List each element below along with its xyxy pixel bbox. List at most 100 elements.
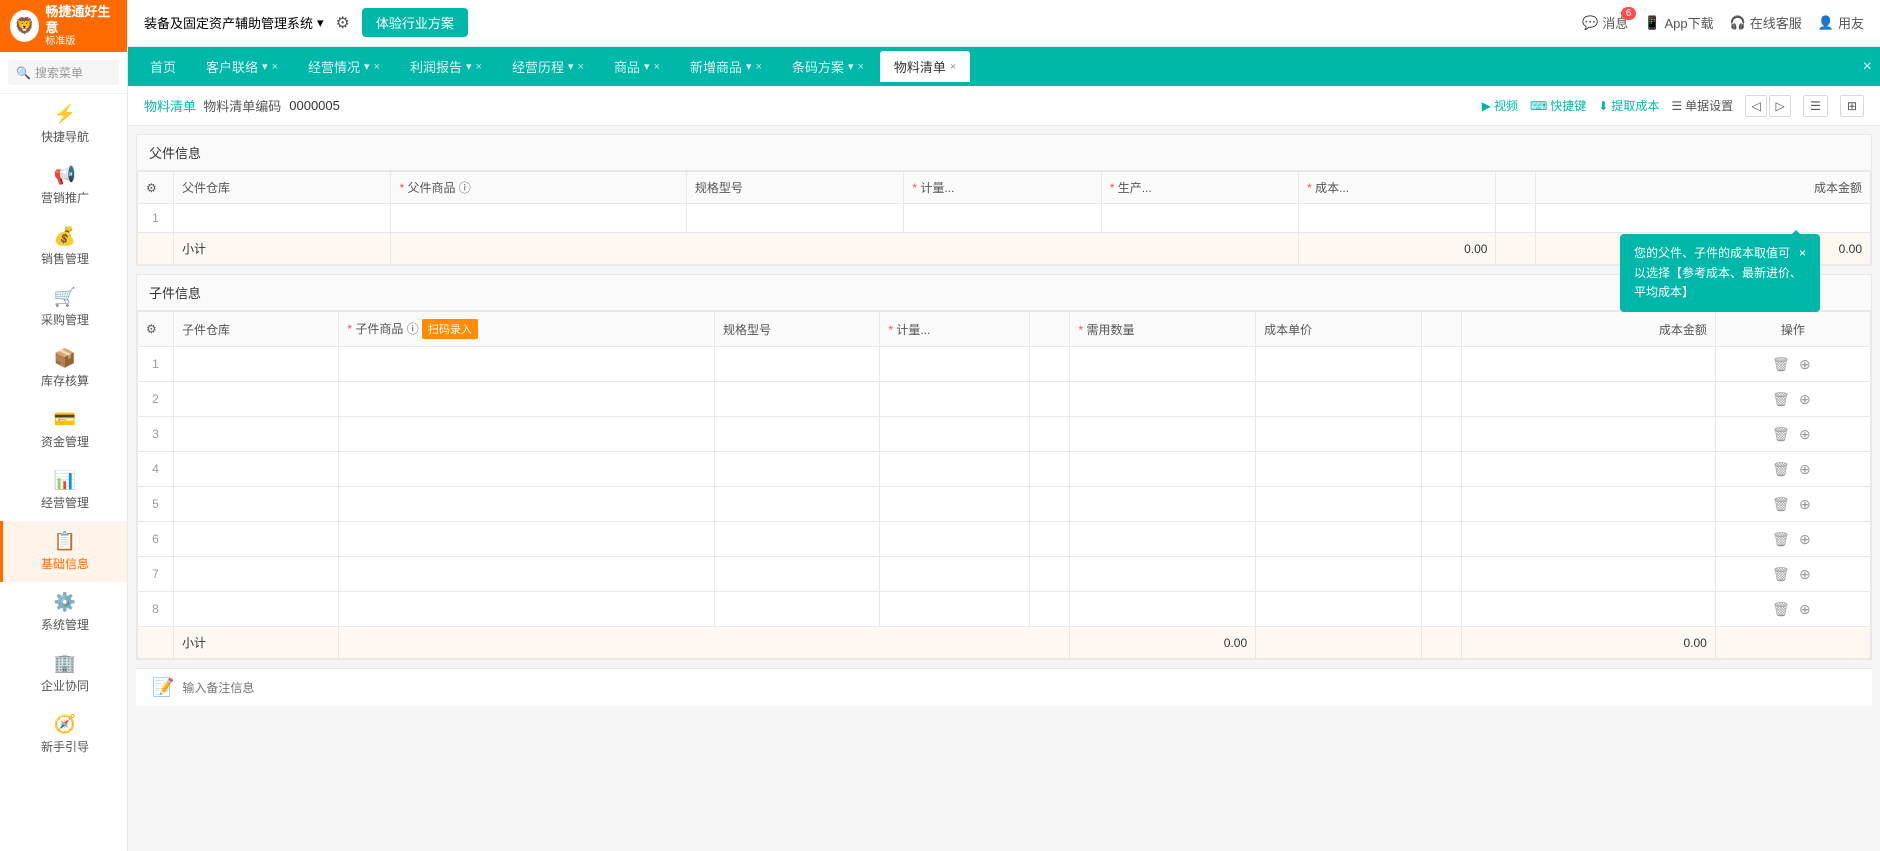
chevron-down-icon: ▾ [644, 60, 650, 73]
copy-row-button[interactable]: ⊕ [1795, 354, 1815, 374]
tab-new-product[interactable]: 新增商品 ▾ × [676, 51, 776, 82]
close-icon[interactable]: × [578, 61, 584, 73]
marketing-icon: 📢 [54, 165, 76, 186]
child-cell-qty-1[interactable] [1070, 347, 1256, 382]
child-cell-warehouse-1[interactable] [174, 347, 339, 382]
delete-row-button[interactable]: 🗑 [1771, 354, 1791, 374]
delete-row-button[interactable]: 🗑 [1771, 564, 1791, 584]
next-record-button[interactable]: ▷ [1769, 95, 1791, 117]
sidebar-item-quick-nav[interactable]: ⚡ 快捷导航 [0, 94, 127, 155]
tab-customer[interactable]: 客户联络 ▾ × [192, 51, 292, 82]
sidebar-item-marketing[interactable]: 📢 营销推广 [0, 155, 127, 216]
delete-row-button[interactable]: 🗑 [1771, 459, 1791, 479]
tab-barcode[interactable]: 条码方案 ▾ × [778, 51, 878, 82]
tab-home[interactable]: 首页 [136, 51, 190, 82]
copy-row-button[interactable]: ⊕ [1795, 564, 1815, 584]
close-all-tabs-icon[interactable]: × [1863, 58, 1872, 76]
keyboard-icon: ⌨ [1530, 99, 1547, 113]
copy-row-button[interactable]: ⊕ [1795, 529, 1815, 549]
extract-cost-button[interactable]: ⬇ 提取成本 [1598, 97, 1659, 114]
child-cell-product-1[interactable] [339, 347, 715, 382]
parent-cell-unit[interactable] [904, 204, 1101, 233]
app-download-icon: 📱 [1644, 15, 1660, 31]
copy-row-button[interactable]: ⊕ [1795, 459, 1815, 479]
child-cell-spec-1[interactable] [714, 347, 879, 382]
sidebar-item-operations[interactable]: 📊 经营管理 [0, 460, 127, 521]
app-download-button[interactable]: 📱 App下载 [1644, 13, 1713, 32]
system-icon: ⚙️ [54, 592, 76, 613]
child-subtotal-amount: 0.00 [1070, 627, 1256, 659]
parent-cell-product[interactable] [391, 204, 686, 233]
close-icon[interactable]: × [654, 61, 660, 73]
copy-row-button[interactable]: ⊕ [1795, 599, 1815, 619]
copy-row-button[interactable]: ⊕ [1795, 389, 1815, 409]
sidebar-item-system[interactable]: ⚙️ 系统管理 [0, 582, 127, 643]
close-icon[interactable]: × [755, 61, 761, 73]
prev-record-button[interactable]: ◁ [1745, 95, 1767, 117]
single-settings-button[interactable]: ☰ 单据设置 [1671, 97, 1733, 114]
notes-input[interactable] [182, 681, 1856, 695]
shortcut-button[interactable]: ⌨ 快捷键 [1530, 97, 1586, 114]
copy-row-button[interactable]: ⊕ [1795, 424, 1815, 444]
experience-btn[interactable]: 体验行业方案 [362, 8, 468, 37]
child-cell-unit-1[interactable] [880, 347, 1030, 382]
parent-cell-spec[interactable] [686, 204, 903, 233]
sidebar-item-purchase[interactable]: 🛒 采购管理 [0, 277, 127, 338]
delete-row-button[interactable]: 🗑 [1771, 424, 1791, 444]
sidebar-item-inventory[interactable]: 📦 库存核算 [0, 338, 127, 399]
tab-business[interactable]: 经营情况 ▾ × [294, 51, 394, 82]
tab-bom[interactable]: 物料清单 × [880, 51, 970, 82]
sidebar-item-label: 基础信息 [41, 555, 89, 572]
parent-col-settings[interactable]: ⚙ [138, 172, 174, 204]
delete-row-button[interactable]: 🗑 [1771, 599, 1791, 619]
delete-row-button[interactable]: 🗑 [1771, 529, 1791, 549]
breadcrumb-bom[interactable]: 物料清单 [144, 96, 196, 115]
child-col-unit-cost: 成本单价 [1256, 312, 1421, 347]
delete-row-button[interactable]: 🗑 [1771, 389, 1791, 409]
parent-cell-produce[interactable] [1101, 204, 1298, 233]
sidebar-item-enterprise[interactable]: 🏢 企业协同 [0, 643, 127, 704]
child-col-qty: * 需用数量 [1070, 312, 1256, 347]
parent-section-title: 父件信息 [137, 135, 1871, 171]
sidebar-item-label: 快捷导航 [41, 128, 89, 145]
nav-tabs: 首页 客户联络 ▾ × 经营情况 ▾ × 利润报告 ▾ × 经营历程 ▾ × 商… [128, 47, 1880, 87]
parent-col-extra [1496, 172, 1536, 204]
tab-product[interactable]: 商品 ▾ × [600, 51, 674, 82]
child-cell-unitcost-1[interactable] [1256, 347, 1421, 382]
tab-customer-label: 客户联络 [206, 57, 258, 76]
sidebar-item-finance[interactable]: 💳 资金管理 [0, 399, 127, 460]
child-table-row: 6 🗑⊕ [138, 522, 1871, 557]
sidebar-item-guide[interactable]: 🧭 新手引导 [0, 704, 127, 765]
close-icon[interactable]: × [476, 61, 482, 73]
settings-icon: ☰ [1671, 99, 1682, 113]
search-menu-button[interactable]: 🔍 搜索菜单 [8, 60, 119, 85]
copy-row-button[interactable]: ⊕ [1795, 494, 1815, 514]
tab-history[interactable]: 经营历程 ▾ × [498, 51, 598, 82]
tab-bom-label: 物料清单 [894, 57, 946, 76]
list-view-button[interactable]: ☰ [1803, 95, 1828, 117]
online-service-button[interactable]: 🎧 在线客服 [1730, 13, 1802, 32]
system-title-dropdown[interactable]: 装备及固定资产辅助管理系统 ▾ [144, 13, 324, 32]
delete-row-button[interactable]: 🗑 [1771, 494, 1791, 514]
child-section: 子件信息 ⚙ 子件仓库 * 子件商品 ⓘ 扫码录入 规格型号 * 计量... [136, 274, 1872, 660]
grid-view-button[interactable]: ⊞ [1840, 95, 1864, 117]
close-icon[interactable]: × [374, 61, 380, 73]
view-video-button[interactable]: ▶ 视频 [1482, 97, 1518, 114]
headset-icon: 🎧 [1730, 15, 1746, 31]
tooltip-close-button[interactable]: × [1799, 244, 1806, 263]
close-icon[interactable]: × [857, 61, 863, 73]
child-col-unit: * 计量... [880, 312, 1030, 347]
parent-cell-warehouse[interactable] [174, 204, 391, 233]
close-icon[interactable]: × [272, 61, 278, 73]
settings-icon[interactable]: ⚙ [336, 13, 350, 33]
scan-input-badge[interactable]: 扫码录入 [422, 319, 478, 339]
user-menu-button[interactable]: 👤 用友 [1818, 13, 1864, 32]
sidebar-item-sales[interactable]: 💰 销售管理 [0, 216, 127, 277]
tab-profit[interactable]: 利润报告 ▾ × [396, 51, 496, 82]
message-button[interactable]: 💬 消息 6 [1582, 13, 1628, 32]
sidebar-item-basic-info[interactable]: 📋 基础信息 [0, 521, 127, 582]
search-label: 搜索菜单 [35, 64, 83, 81]
close-icon[interactable]: × [950, 61, 956, 73]
parent-cell-cost[interactable] [1299, 204, 1496, 233]
child-col-settings[interactable]: ⚙ [138, 312, 174, 347]
